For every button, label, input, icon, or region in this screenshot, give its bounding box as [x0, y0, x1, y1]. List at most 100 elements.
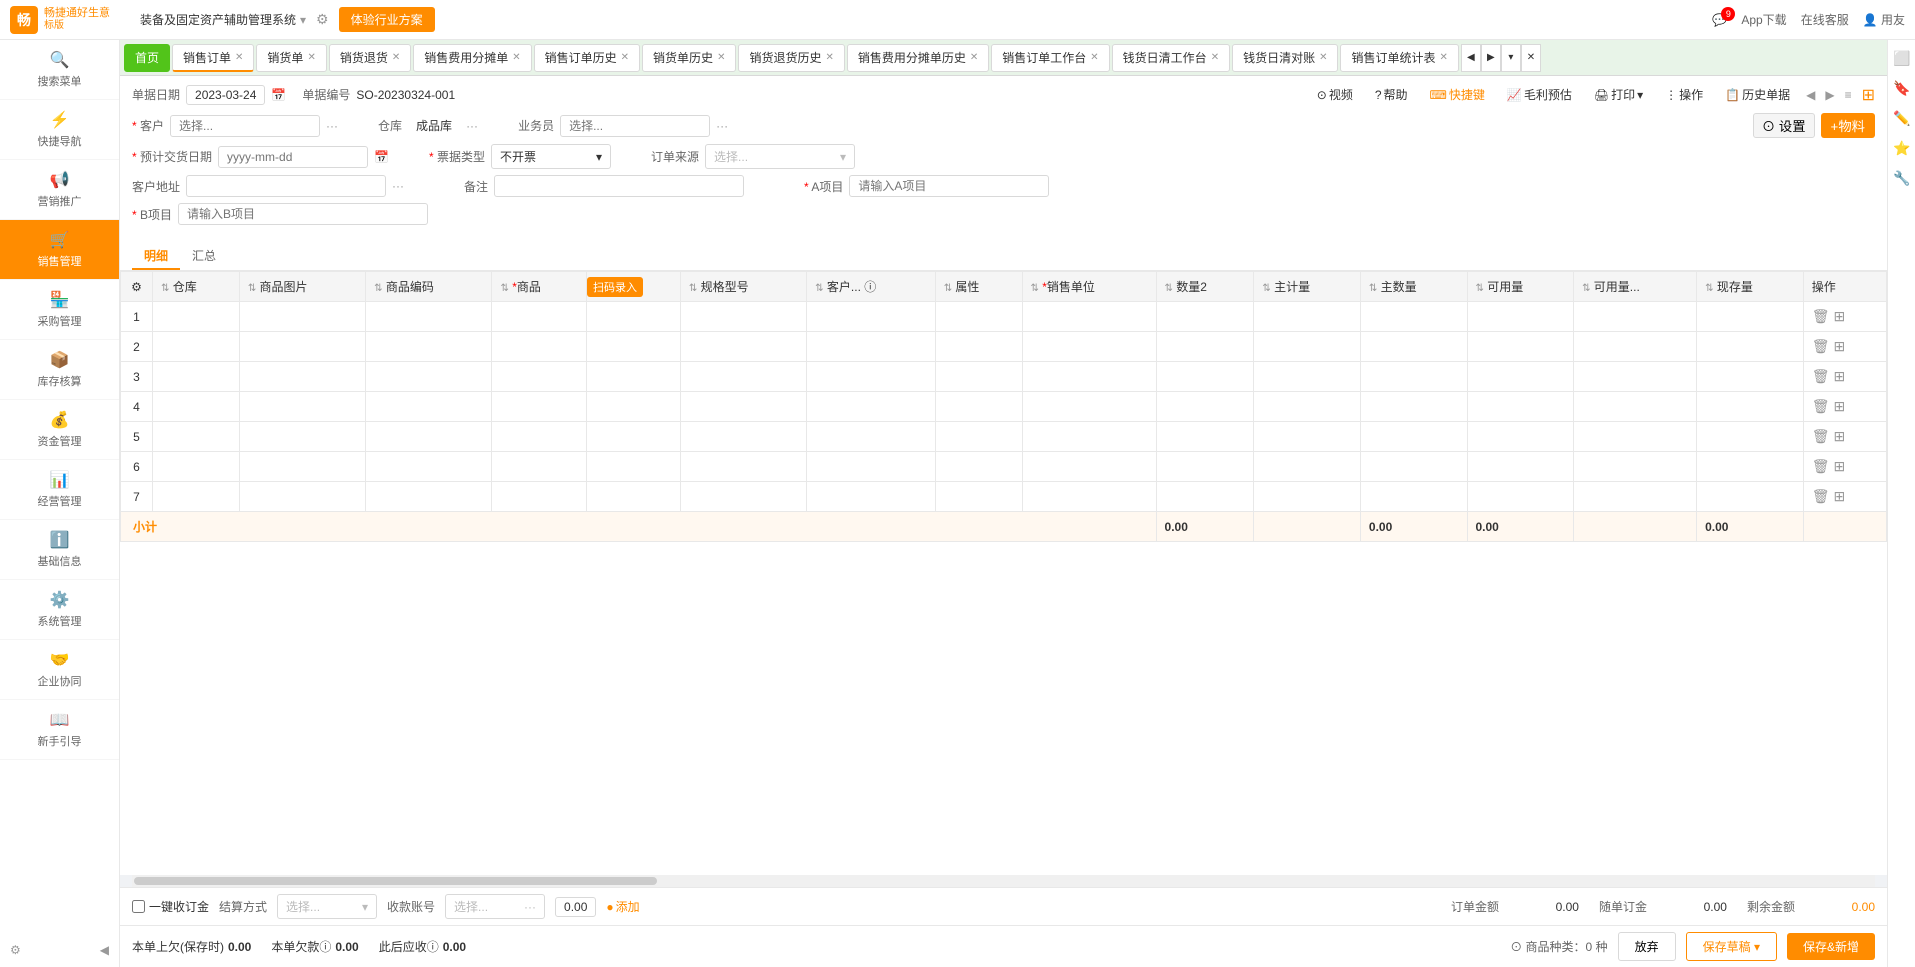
tab-expense-history[interactable]: 销售费用分摊单历史 ✕ — [847, 44, 989, 72]
invoice-type-select[interactable]: 不开票 ▾ — [491, 144, 611, 169]
profit-btn[interactable]: 📈 毛利预估 — [1501, 84, 1578, 105]
preview-btn[interactable]: ⊙ 视频 — [1311, 84, 1359, 105]
order-source-select[interactable]: 选择... ▾ — [705, 144, 855, 169]
delivery-date-input[interactable] — [218, 146, 368, 168]
add-product-btn[interactable]: +物料 — [1821, 113, 1875, 138]
sidebar-item-basic-info[interactable]: ℹ️ 基础信息 — [0, 520, 119, 580]
settlement-select[interactable]: 选择... ▾ — [277, 894, 377, 919]
row-copy-icon[interactable]: ⊞ — [1833, 338, 1845, 355]
sidebar-item-guide[interactable]: 📖 新手引导 — [0, 700, 119, 760]
row-copy-icon[interactable]: ⊞ — [1833, 428, 1845, 445]
b-project-input[interactable] — [178, 203, 428, 225]
tab-sales-slip-history[interactable]: 销货单历史 ✕ — [642, 44, 736, 72]
shortcut-btn[interactable]: ⌨ 快捷键 — [1424, 84, 1491, 105]
customer-input[interactable] — [170, 115, 320, 137]
discard-btn[interactable]: 放弃 — [1618, 932, 1676, 961]
scroll-thumb[interactable] — [134, 877, 657, 885]
tab-cash-workbench[interactable]: 钱货日清工作台 ✕ — [1112, 44, 1230, 72]
sidebar-item-marketing[interactable]: 📢 营销推广 — [0, 160, 119, 220]
save-new-btn[interactable]: 保存&新增 — [1787, 933, 1875, 960]
tab-close-expense-history[interactable]: ✕ — [970, 52, 978, 63]
col-qty2[interactable]: ⇅ 数量2 — [1156, 272, 1254, 302]
one-click-checkbox[interactable] — [132, 900, 145, 913]
right-icon-4[interactable]: ⭐ — [1888, 134, 1915, 162]
operate-btn[interactable]: ⋮ 操作 — [1659, 84, 1709, 105]
scan-input-btn[interactable]: 扫码录入 — [587, 277, 643, 297]
industry-btn[interactable]: 体验行业方案 — [339, 7, 435, 32]
tab-close-sales-return[interactable]: ✕ — [392, 52, 400, 63]
tab-close-sales-stats[interactable]: ✕ — [1440, 52, 1448, 63]
col-settings[interactable]: ⚙ — [121, 272, 153, 302]
calendar-icon[interactable]: 📅 — [271, 88, 286, 102]
sidebar-item-inventory[interactable]: 📦 库存核算 — [0, 340, 119, 400]
salesperson-input[interactable] — [560, 115, 710, 137]
tab-close-sales-order-history[interactable]: ✕ — [621, 52, 629, 63]
detail-tab-mingxi[interactable]: 明细 — [132, 243, 180, 270]
save-draft-btn[interactable]: 保存草稿 ▾ — [1686, 932, 1777, 961]
salesperson-more-btn[interactable]: ··· — [716, 119, 728, 133]
tab-close-sales-slip[interactable]: ✕ — [307, 52, 315, 63]
row-delete-icon[interactable]: 🗑 — [1812, 428, 1830, 445]
tab-sales-return[interactable]: 销货退货 ✕ — [329, 44, 411, 72]
tab-sales-expense[interactable]: 销售费用分摊单 ✕ — [413, 44, 531, 72]
tab-close-order-workbench[interactable]: ✕ — [1090, 52, 1098, 63]
warehouse-more-btn[interactable]: ··· — [466, 119, 478, 133]
tab-more-btn[interactable]: ▾ — [1501, 44, 1521, 72]
row-copy-icon[interactable]: ⊞ — [1833, 488, 1845, 505]
col-main-qty[interactable]: ⇅ 主数量 — [1360, 272, 1467, 302]
row-delete-icon[interactable]: 🗑 — [1812, 368, 1830, 385]
tab-prev-btn[interactable]: ◀ — [1461, 44, 1481, 72]
add-payment-btn[interactable]: ● 添加 — [606, 898, 639, 915]
right-icon-2[interactable]: 🔖 — [1888, 74, 1915, 102]
app-download[interactable]: App下载 — [1741, 11, 1786, 28]
row-delete-icon[interactable]: 🗑 — [1812, 458, 1830, 475]
customer-more-btn[interactable]: ··· — [326, 119, 338, 133]
row-copy-icon[interactable]: ⊞ — [1833, 458, 1845, 475]
remark-input[interactable] — [494, 175, 744, 197]
tab-cash-reconcile[interactable]: 钱货日清对账 ✕ — [1232, 44, 1338, 72]
tab-sales-slip[interactable]: 销货单 ✕ — [256, 44, 326, 72]
tab-sales-order[interactable]: 销售订单 ✕ — [172, 44, 254, 72]
address-input[interactable] — [186, 175, 386, 197]
col-customer-code[interactable]: ⇅ 客户... ⓘ — [807, 272, 936, 302]
tab-close-cash-reconcile[interactable]: ✕ — [1319, 52, 1327, 63]
row-copy-icon[interactable]: ⊞ — [1833, 398, 1845, 415]
col-spec[interactable]: ⇅ 规格型号 — [680, 272, 806, 302]
col-attribute[interactable]: ⇅ 属性 — [935, 272, 1022, 302]
col-product[interactable]: ⇅ *商品 — [492, 272, 587, 302]
online-support[interactable]: 在线客服 — [1801, 11, 1849, 28]
col-available[interactable]: ⇅ 可用量 — [1467, 272, 1574, 302]
sidebar-item-search[interactable]: 🔍 搜索菜单 — [0, 40, 119, 100]
row-delete-icon[interactable]: 🗑 — [1812, 308, 1830, 325]
col-unit[interactable]: ⇅ *销售单位 — [1022, 272, 1156, 302]
row-delete-icon[interactable]: 🗑 — [1812, 398, 1830, 415]
right-icon-5[interactable]: 🔧 — [1888, 164, 1915, 192]
row-copy-icon[interactable]: ⊞ — [1833, 308, 1845, 325]
print-btn[interactable]: 🖨 打印 ▾ — [1588, 84, 1649, 105]
tab-sales-order-history[interactable]: 销售订单历史 ✕ — [534, 44, 640, 72]
tab-return-history[interactable]: 销货退货历史 ✕ — [738, 44, 844, 72]
right-icon-1[interactable]: ⬜ — [1888, 44, 1915, 72]
sidebar-item-purchase[interactable]: 🏪 采购管理 — [0, 280, 119, 340]
sidebar-item-sales[interactable]: 🛒 销售管理 — [0, 220, 119, 280]
tab-order-workbench[interactable]: 销售订单工作台 ✕ — [991, 44, 1109, 72]
right-icon-3[interactable]: ✏️ — [1888, 104, 1915, 132]
sidebar-item-system[interactable]: ⚙️ 系统管理 — [0, 580, 119, 640]
settings-icon[interactable]: ⚙ — [316, 11, 329, 28]
user-avatar[interactable]: 👤 用友 — [1863, 11, 1905, 28]
delivery-calendar-icon[interactable]: 📅 — [374, 150, 389, 164]
detail-tab-huizong[interactable]: 汇总 — [180, 243, 228, 270]
tab-sales-stats[interactable]: 销售订单统计表 ✕ — [1340, 44, 1458, 72]
a-project-input[interactable] — [849, 175, 1049, 197]
sidebar-item-enterprise[interactable]: 🤝 企业协同 — [0, 640, 119, 700]
help-btn[interactable]: ? 帮助 — [1369, 84, 1414, 105]
tab-close-sales-expense[interactable]: ✕ — [512, 52, 520, 63]
tab-close-sales-order[interactable]: ✕ — [235, 52, 243, 63]
tab-close-cash-workbench[interactable]: ✕ — [1211, 52, 1219, 63]
address-more-btn[interactable]: ··· — [392, 179, 404, 193]
sidebar-item-finance[interactable]: 💰 资金管理 — [0, 400, 119, 460]
col-scan[interactable]: 扫码录入 — [587, 272, 681, 302]
col-warehouse[interactable]: ⇅ 仓库 — [153, 272, 240, 302]
message-icon[interactable]: 💬 9 — [1712, 13, 1727, 27]
tab-close-sales-slip-history[interactable]: ✕ — [717, 52, 725, 63]
